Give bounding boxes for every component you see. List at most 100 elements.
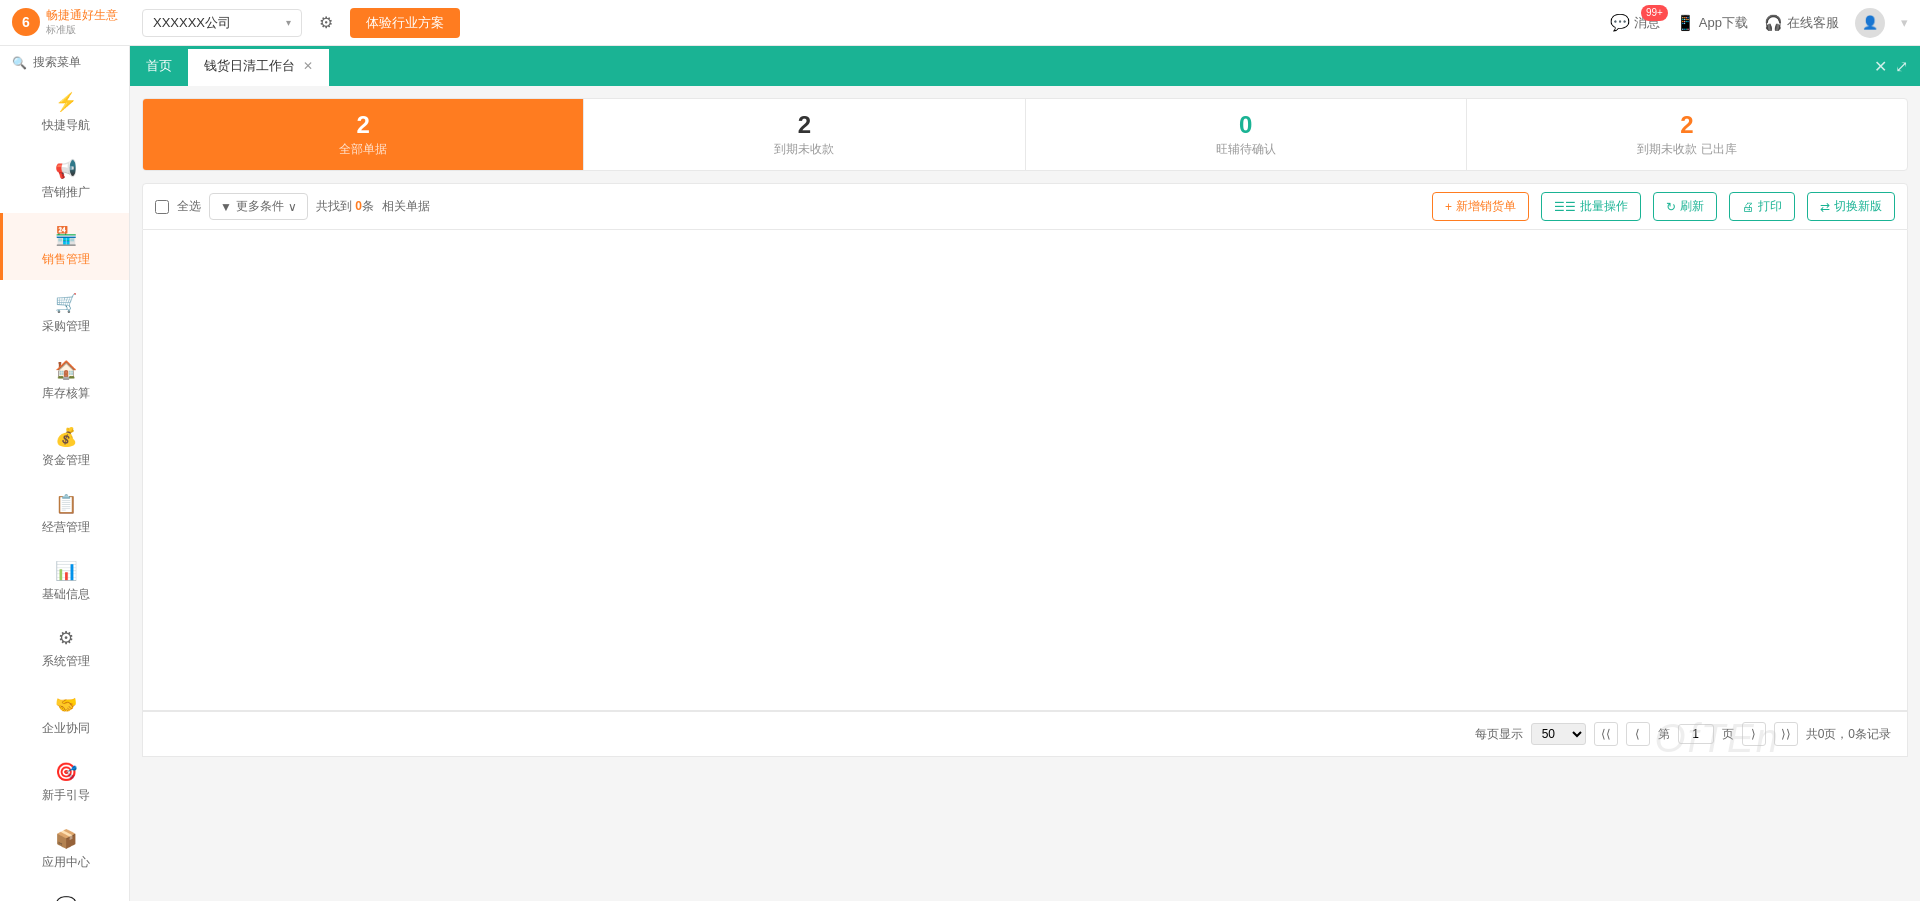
sidebar-item-label: 应用中心: [42, 854, 90, 871]
per-page-label: 每页显示: [1475, 726, 1523, 743]
tab-home[interactable]: 首页: [130, 46, 188, 86]
online-service-button[interactable]: 🎧 在线客服: [1764, 14, 1839, 32]
search-menu-label: 搜索菜单: [33, 54, 81, 71]
sidebar-item-label: 新手引导: [42, 787, 90, 804]
add-sales-order-button[interactable]: + 新增销货单: [1432, 192, 1529, 221]
logo-text-area: 畅捷通好生意 标准版: [46, 8, 118, 36]
toolbar-right: + 新增销货单 ☰☰ 批量操作 ↻ 刷新 🖨 打印 ⇄ 切换新版: [1432, 192, 1895, 221]
app-download-button[interactable]: 📱 App下载: [1676, 14, 1748, 32]
tab-home-label: 首页: [146, 57, 172, 75]
stat-card-all[interactable]: 2 全部单据: [143, 99, 584, 170]
logo-sub: 标准版: [46, 23, 118, 37]
sidebar-item-label: 系统管理: [42, 653, 90, 670]
sidebar-item-quick-nav[interactable]: ⚡ 快捷导航: [0, 79, 129, 146]
switch-icon: ⇄: [1820, 200, 1830, 214]
user-name-area[interactable]: ▾: [1901, 15, 1908, 30]
select-all-label: 全选: [177, 198, 201, 215]
batch-icon: ☰☰: [1554, 200, 1576, 214]
sidebar-item-system[interactable]: ⚙ 系统管理: [0, 615, 129, 682]
chevron-down-icon: ▾: [286, 17, 291, 28]
sidebar-item-marketing[interactable]: 📢 营销推广: [0, 146, 129, 213]
print-button[interactable]: 🖨 打印: [1729, 192, 1795, 221]
sidebar-item-app-center[interactable]: 📦 应用中心: [0, 816, 129, 883]
company-selector[interactable]: XXXXXX公司 ▾: [142, 9, 302, 37]
refresh-button[interactable]: ↻ 刷新: [1653, 192, 1717, 221]
per-page-select[interactable]: 50 100 200: [1531, 723, 1586, 745]
sidebar-item-finance[interactable]: 💰 资金管理: [0, 414, 129, 481]
online-service-icon: 🎧: [1764, 14, 1783, 32]
last-page-button[interactable]: ⟩⟩: [1774, 722, 1798, 746]
filter-chevron-icon: ∨: [288, 200, 297, 214]
filter-button[interactable]: ▼ 更多条件 ∨: [209, 193, 308, 220]
select-all-checkbox[interactable]: [155, 200, 169, 214]
sidebar: 🔍 搜索菜单 ⚡ 快捷导航 📢 营销推广 🏪 销售管理 🛒 采购管理 🏠 库存核…: [0, 46, 130, 901]
stat-number-all: 2: [163, 111, 563, 139]
sales-icon: 🏪: [55, 225, 77, 247]
stat-card-pending[interactable]: 0 旺辅待确认: [1026, 99, 1467, 170]
found-text: 共找到 0条: [316, 198, 374, 215]
stat-label-overdue: 到期未收款: [604, 141, 1004, 158]
sidebar-item-label: 企业协同: [42, 720, 90, 737]
app-download-label: App下载: [1699, 14, 1748, 32]
tab-workbench-close[interactable]: ✕: [303, 59, 313, 73]
empty-placeholder: [143, 230, 1907, 710]
sidebar-item-guide[interactable]: 🎯 新手引导: [0, 749, 129, 816]
switch-version-button[interactable]: ⇄ 切换新版: [1807, 192, 1895, 221]
stat-card-overdue[interactable]: 2 到期未收款: [584, 99, 1025, 170]
system-icon: ⚙: [58, 627, 74, 649]
cooperation-icon: 🤝: [55, 694, 77, 716]
sidebar-item-purchase[interactable]: 🛒 采购管理: [0, 280, 129, 347]
nav-minimize-btn[interactable]: ✕: [1874, 57, 1887, 76]
stat-label-all: 全部单据: [163, 141, 563, 158]
nav-expand-btn[interactable]: ⤢: [1895, 57, 1908, 76]
search-menu-item[interactable]: 🔍 搜索菜单: [0, 46, 129, 79]
next-page-button[interactable]: ⟩: [1742, 722, 1766, 746]
tab-workbench-label: 钱货日清工作台: [204, 57, 295, 75]
message-button[interactable]: 💬 消息 99+: [1610, 13, 1660, 32]
print-label: 打印: [1758, 198, 1782, 215]
add-icon: +: [1445, 200, 1452, 214]
print-icon: 🖨: [1742, 200, 1754, 214]
page-number-input[interactable]: [1678, 724, 1714, 744]
sidebar-item-label: 基础信息: [42, 586, 90, 603]
sidebar-item-cooperation[interactable]: 🤝 企业协同: [0, 682, 129, 749]
table-area: [142, 230, 1908, 711]
quick-nav-icon: ⚡: [55, 91, 77, 113]
stat-label-pending: 旺辅待确认: [1046, 141, 1446, 158]
stat-number-overdue-out: 2: [1487, 111, 1887, 139]
app-center-icon: 📦: [55, 828, 77, 850]
avatar[interactable]: 👤: [1855, 8, 1885, 38]
page-suffix: 页: [1722, 726, 1734, 743]
sidebar-item-label: 快捷导航: [42, 117, 90, 134]
stat-number-overdue: 2: [604, 111, 1004, 139]
logo-area: 6 畅捷通好生意 标准版: [12, 8, 142, 36]
sidebar-item-operations[interactable]: 📋 经营管理: [0, 481, 129, 548]
related-label: 相关单据: [382, 198, 430, 215]
tab-workbench[interactable]: 钱货日清工作台 ✕: [188, 46, 329, 86]
filter-icon: ▼: [220, 200, 232, 214]
page-prefix: 第: [1658, 726, 1670, 743]
stat-label-overdue-out: 到期未收款 已出库: [1487, 141, 1887, 158]
stat-card-overdue-out[interactable]: 2 到期未收款 已出库: [1467, 99, 1907, 170]
total-records: 共0页，0条记录: [1806, 726, 1891, 743]
batch-operation-button[interactable]: ☰☰ 批量操作: [1541, 192, 1641, 221]
purchase-icon: 🛒: [55, 292, 77, 314]
sidebar-item-basic-info[interactable]: 📊 基础信息: [0, 548, 129, 615]
prev-page-button[interactable]: ⟨: [1626, 722, 1650, 746]
first-page-button[interactable]: ⟨⟨: [1594, 722, 1618, 746]
sidebar-item-label: 采购管理: [42, 318, 90, 335]
switch-label: 切换新版: [1834, 198, 1882, 215]
header-right: 💬 消息 99+ 📱 App下载 🎧 在线客服 👤 ▾: [1610, 8, 1908, 38]
sidebar-item-wechat[interactable]: 💬 企业微信: [0, 883, 129, 901]
basic-info-icon: 📊: [55, 560, 77, 582]
trial-button[interactable]: 体验行业方案: [350, 8, 460, 38]
filter-label: 更多条件: [236, 198, 284, 215]
settings-button[interactable]: ⚙: [310, 7, 342, 39]
online-service-label: 在线客服: [1787, 14, 1839, 32]
sidebar-item-inventory[interactable]: 🏠 库存核算: [0, 347, 129, 414]
nav-tab-actions: ✕ ⤢: [1874, 57, 1920, 76]
refresh-label: 刷新: [1680, 198, 1704, 215]
sidebar-item-sales[interactable]: 🏪 销售管理: [0, 213, 129, 280]
top-header: 6 畅捷通好生意 标准版 XXXXXX公司 ▾ ⚙ 体验行业方案 💬 消息 99…: [0, 0, 1920, 46]
stats-row: 2 全部单据 2 到期未收款 0 旺辅待确认 2 到期未收款 已出库: [142, 98, 1908, 171]
